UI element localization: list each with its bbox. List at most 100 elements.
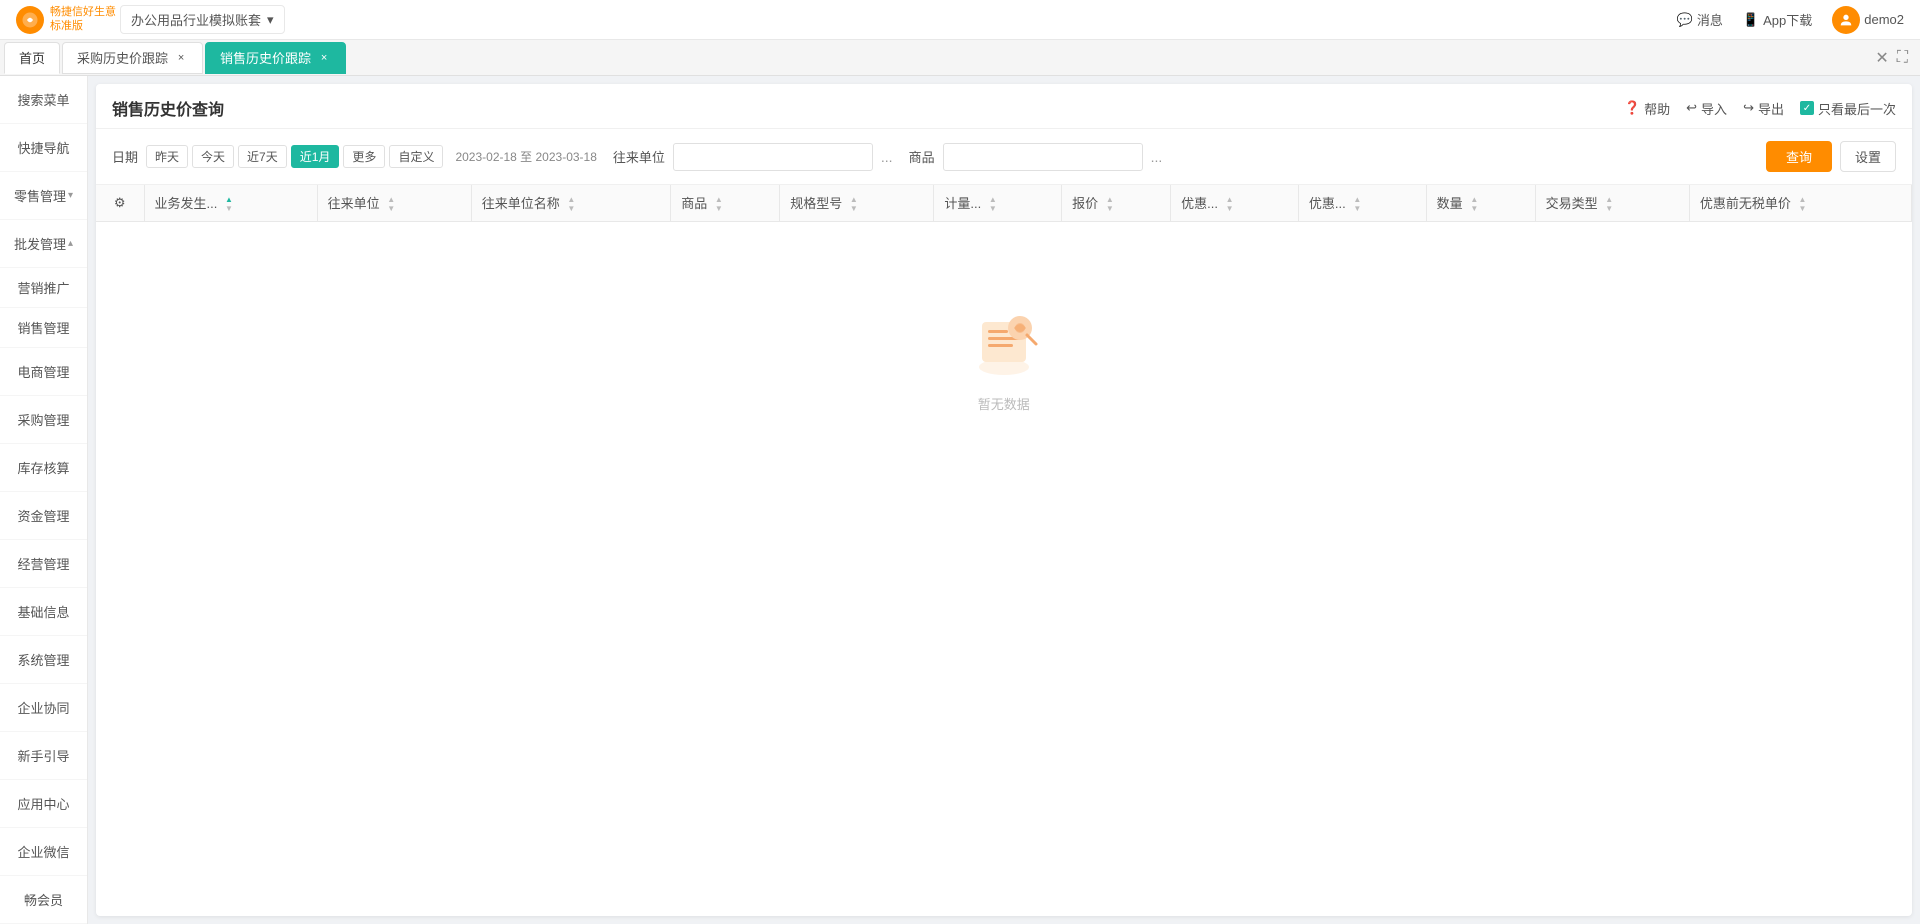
table-col-partner-name[interactable]: 往来单位名称 ▲ ▼ <box>471 185 670 222</box>
sidebar-item-system[interactable]: 系统管理 <box>0 636 87 684</box>
checkbox-icon: ✓ <box>1800 101 1814 115</box>
sort-up-icon: ▲ <box>715 196 723 204</box>
chevron-down-icon: ▾ <box>267 12 274 28</box>
tab-home[interactable]: 首页 <box>4 42 60 74</box>
sort-down-icon: ▼ <box>989 205 997 213</box>
date-btn-last7[interactable]: 近7天 <box>238 145 287 168</box>
table-col-unit[interactable]: 计量... ▲ ▼ <box>934 185 1062 222</box>
table-col-discount1[interactable]: 优惠... ▲ ▼ <box>1171 185 1299 222</box>
sidebar-item-operation[interactable]: 经营管理 <box>0 540 87 588</box>
sidebar-item-ecommerce[interactable]: 电商管理 <box>0 348 87 396</box>
table-col-trade-type[interactable]: 交易类型 ▲ ▼ <box>1535 185 1689 222</box>
table-col-quantity[interactable]: 数量 ▲ ▼ <box>1426 185 1535 222</box>
username-label: demo2 <box>1864 12 1904 27</box>
sidebar-system-label: 系统管理 <box>17 650 69 669</box>
sort-down-icon: ▼ <box>567 205 575 213</box>
date-options: 昨天 今天 近7天 近1月 更多 自定义 <box>146 145 443 168</box>
date-range-text: 2023-02-18 至 2023-03-18 <box>455 148 596 165</box>
header-right: 💬 消息 📱 App下载 demo2 <box>1677 6 1904 34</box>
tab-purchase-history-label: 采购历史价跟踪 <box>77 48 168 67</box>
only-last-checkbox[interactable]: ✓ 只看最后一次 <box>1800 99 1896 118</box>
partner-input[interactable] <box>673 143 873 171</box>
tab-purchase-history[interactable]: 采购历史价跟踪 × <box>62 42 203 74</box>
table-col-partner-code[interactable]: 往来单位 ▲ ▼ <box>317 185 471 222</box>
app-selector-label: 办公用品行业模拟账套 <box>131 10 261 29</box>
tab-home-label: 首页 <box>19 48 45 67</box>
sort-down-icon: ▼ <box>1798 205 1806 213</box>
table-col-discount2[interactable]: 优惠... ▲ ▼ <box>1298 185 1426 222</box>
sidebar-search-menu-label: 搜索菜单 <box>17 90 69 109</box>
sidebar-item-marketing[interactable]: 营销推广 <box>0 268 87 308</box>
sort-up-icon: ▲ <box>850 196 858 204</box>
close-window-icon[interactable]: ✕ <box>1875 48 1888 68</box>
export-icon: ↪ <box>1743 100 1754 116</box>
import-button[interactable]: ↩ 导入 <box>1686 99 1727 118</box>
date-btn-today[interactable]: 今天 <box>192 145 234 168</box>
date-btn-custom[interactable]: 自定义 <box>389 145 443 168</box>
sidebar-item-wholesale[interactable]: 批发管理 ▴ <box>0 220 87 268</box>
sort-up-icon: ▲ <box>387 196 395 204</box>
date-btn-more[interactable]: 更多 <box>343 145 385 168</box>
user-action[interactable]: demo2 <box>1832 6 1904 34</box>
export-button[interactable]: ↪ 导出 <box>1743 99 1784 118</box>
sidebar-item-purchase[interactable]: 采购管理 <box>0 396 87 444</box>
tab-close-purchase[interactable]: × <box>174 51 188 65</box>
logo-area: 畅捷信好生意 标准版 <box>16 6 104 34</box>
message-action[interactable]: 💬 消息 <box>1677 10 1723 29</box>
sort-icons-discount1: ▲ ▼ <box>1226 196 1234 213</box>
goods-filter-label: 商品 <box>909 147 935 166</box>
sidebar-item-enterprise[interactable]: 企业协同 <box>0 684 87 732</box>
table-col-biz-date[interactable]: 业务发生... ▲ ▼ <box>144 185 317 222</box>
sort-up-icon: ▲ <box>1106 196 1114 204</box>
sidebar-item-finance[interactable]: 资金管理 <box>0 492 87 540</box>
sort-down-icon: ▼ <box>715 205 723 213</box>
sidebar-operation-label: 经营管理 <box>17 554 69 573</box>
main-layout: 搜索菜单 快捷导航 零售管理 ▾ 批发管理 ▴ 营销推广 销售管理 电商管理 采… <box>0 76 1920 924</box>
table-col-settings[interactable]: ⚙ <box>96 185 144 222</box>
app-selector[interactable]: 办公用品行业模拟账套 ▾ <box>120 5 285 34</box>
sidebar-item-sales-mgmt[interactable]: 销售管理 <box>0 308 87 348</box>
sort-up-icon: ▲ <box>1605 196 1613 204</box>
sidebar-item-inventory[interactable]: 库存核算 <box>0 444 87 492</box>
sidebar-item-wechat[interactable]: 企业微信 <box>0 828 87 876</box>
message-label: 消息 <box>1697 10 1723 29</box>
sidebar-item-vip[interactable]: 畅会员 <box>0 876 87 924</box>
partner-dots[interactable]: ... <box>881 149 893 165</box>
filter-actions: 查询 设置 <box>1766 141 1896 172</box>
table-col-pretax-price[interactable]: 优惠前无税单价 ▲ ▼ <box>1689 185 1911 222</box>
sort-icons-goods: ▲ ▼ <box>715 196 723 213</box>
partner-filter-label: 往来单位 <box>613 147 665 166</box>
sort-up-icon: ▲ <box>989 196 997 204</box>
tab-close-sales[interactable]: × <box>317 51 331 65</box>
date-btn-yesterday[interactable]: 昨天 <box>146 145 188 168</box>
help-button[interactable]: ❓ 帮助 <box>1624 99 1670 118</box>
goods-dots[interactable]: ... <box>1151 149 1163 165</box>
sidebar-item-app-center[interactable]: 应用中心 <box>0 780 87 828</box>
sort-down-icon: ▼ <box>1106 205 1114 213</box>
page-header-actions: ❓ 帮助 ↩ 导入 ↪ 导出 ✓ 只看最后一次 <box>1624 99 1896 118</box>
sidebar-finance-label: 资金管理 <box>17 506 69 525</box>
sidebar-item-quick-nav[interactable]: 快捷导航 <box>0 124 87 172</box>
maximize-icon[interactable]: ⛶ <box>1897 49 1908 67</box>
tab-sales-history[interactable]: 销售历史价跟踪 × <box>205 42 346 74</box>
date-btn-last1m[interactable]: 近1月 <box>291 145 340 168</box>
table-col-quote[interactable]: 报价 ▲ ▼ <box>1062 185 1171 222</box>
filter-area: 日期 昨天 今天 近7天 近1月 更多 自定义 2023-02-18 至 202… <box>96 129 1912 185</box>
sort-down-icon: ▼ <box>1605 205 1613 213</box>
settings-button[interactable]: 设置 <box>1840 141 1896 172</box>
sidebar-item-guide[interactable]: 新手引导 <box>0 732 87 780</box>
date-filter-group: 日期 昨天 今天 近7天 近1月 更多 自定义 2023-02-18 至 202… <box>112 145 597 168</box>
app-download-icon: 📱 <box>1743 12 1759 28</box>
sidebar-item-basic-info[interactable]: 基础信息 <box>0 588 87 636</box>
sidebar-item-search-menu[interactable]: 搜索菜单 <box>0 76 87 124</box>
app-download-action[interactable]: 📱 App下载 <box>1743 10 1812 29</box>
sort-icons-trade-type: ▲ ▼ <box>1605 196 1613 213</box>
goods-input[interactable] <box>943 143 1143 171</box>
empty-state: 暂无数据 <box>96 222 1912 493</box>
sort-icons-unit: ▲ ▼ <box>989 196 997 213</box>
table-col-goods[interactable]: 商品 ▲ ▼ <box>671 185 780 222</box>
table-col-spec[interactable]: 规格型号 ▲ ▼ <box>780 185 934 222</box>
sidebar-item-retail[interactable]: 零售管理 ▾ <box>0 172 87 220</box>
sort-up-icon: ▲ <box>1353 196 1361 204</box>
query-button[interactable]: 查询 <box>1766 141 1832 172</box>
